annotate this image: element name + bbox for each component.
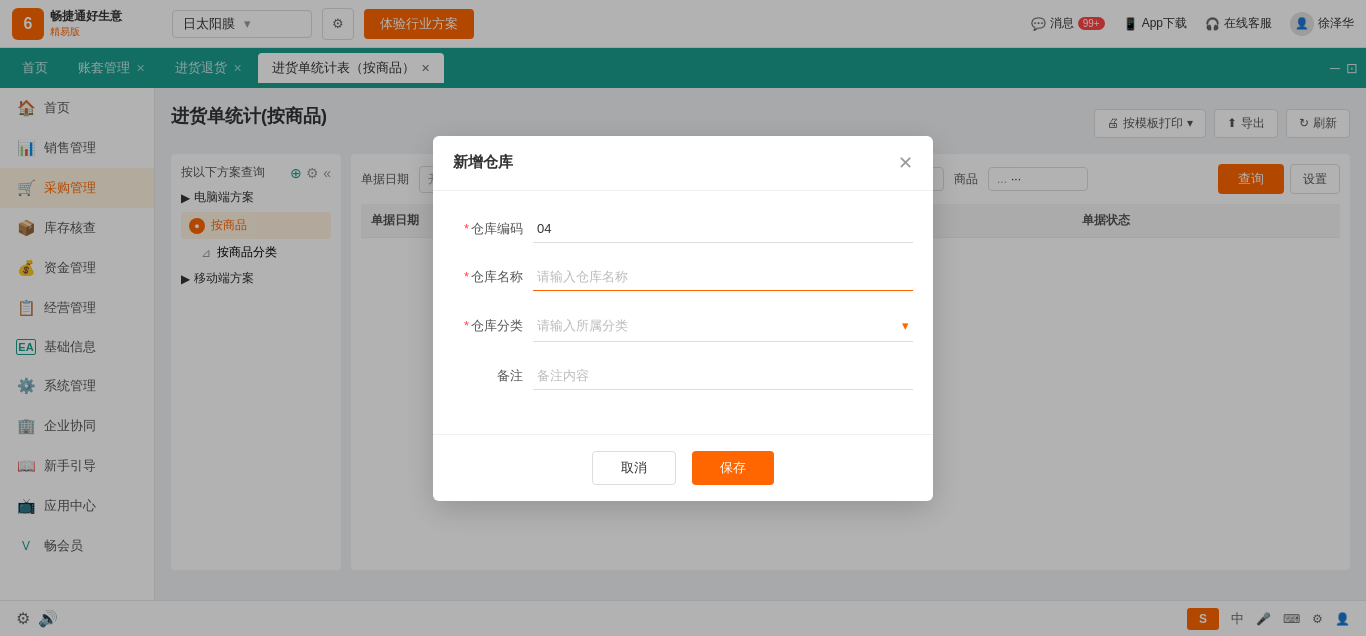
form-row-category: *仓库分类 请输入所属分类 ▾ bbox=[453, 311, 913, 342]
modal-body: *仓库编码 *仓库名称 *仓库分类 请输入所属分类 ▾ bbox=[433, 191, 933, 434]
modal-title: 新增仓库 bbox=[453, 153, 513, 172]
new-warehouse-modal: 新增仓库 ✕ *仓库编码 *仓库名称 *仓库分类 bbox=[433, 136, 933, 501]
warehouse-code-input[interactable] bbox=[533, 215, 913, 243]
code-label: *仓库编码 bbox=[453, 220, 533, 238]
note-label: 备注 bbox=[453, 367, 533, 385]
modal-close-button[interactable]: ✕ bbox=[898, 152, 913, 174]
modal-overlay: 新增仓库 ✕ *仓库编码 *仓库名称 *仓库分类 bbox=[0, 0, 1366, 636]
modal-header: 新增仓库 ✕ bbox=[433, 136, 933, 191]
name-label: *仓库名称 bbox=[453, 268, 533, 286]
cancel-button[interactable]: 取消 bbox=[592, 451, 676, 485]
form-row-note: 备注 bbox=[453, 362, 913, 390]
form-row-code: *仓库编码 bbox=[453, 215, 913, 243]
form-row-name: *仓库名称 bbox=[453, 263, 913, 291]
warehouse-name-input[interactable] bbox=[533, 263, 913, 291]
save-button[interactable]: 保存 bbox=[692, 451, 774, 485]
modal-footer: 取消 保存 bbox=[433, 434, 933, 501]
category-chevron-icon: ▾ bbox=[902, 318, 909, 333]
warehouse-note-input[interactable] bbox=[533, 362, 913, 390]
category-placeholder: 请输入所属分类 bbox=[537, 317, 628, 335]
warehouse-category-select[interactable]: 请输入所属分类 ▾ bbox=[533, 311, 913, 342]
category-label: *仓库分类 bbox=[453, 317, 533, 335]
